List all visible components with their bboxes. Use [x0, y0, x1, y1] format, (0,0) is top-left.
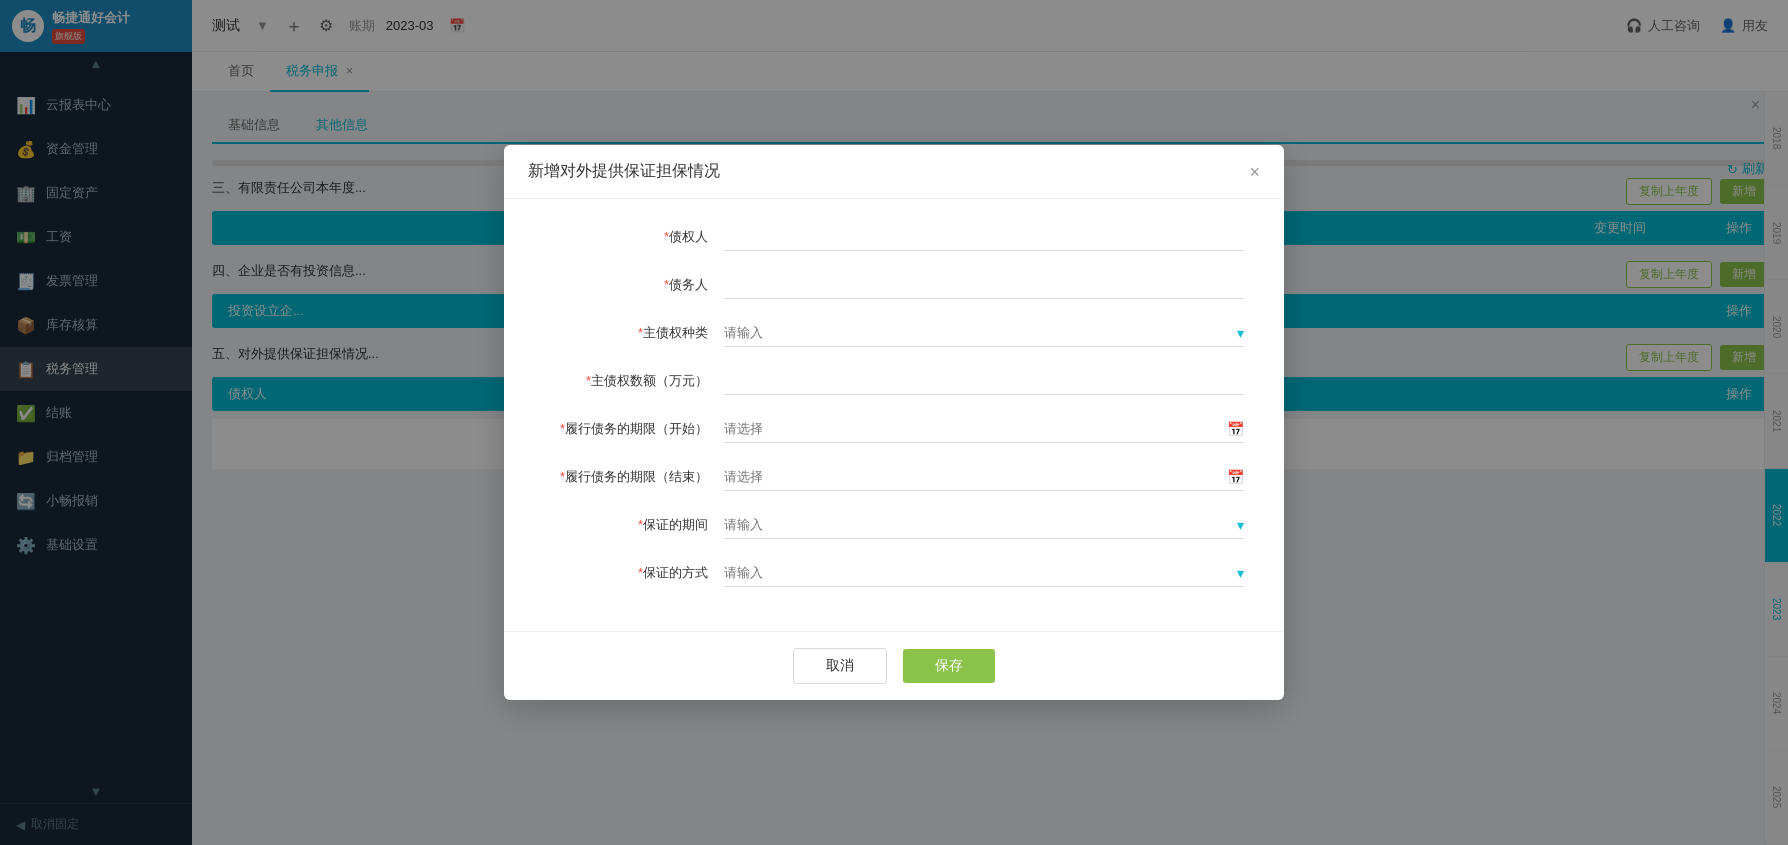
guarantee-period-input[interactable]: [724, 511, 1237, 538]
modal-title: 新增对外提供保证担保情况: [528, 161, 720, 182]
debtor-input[interactable]: [724, 271, 1244, 299]
cancel-button[interactable]: 取消: [793, 648, 887, 684]
claim-type-label: *主债权种类: [544, 324, 724, 342]
form-row-guarantee-method: *保证的方式 ▾: [544, 559, 1244, 587]
claim-type-arrow-icon[interactable]: ▾: [1237, 325, 1244, 341]
claim-amount-label: *主债权数额（万元）: [544, 372, 724, 390]
guarantee-method-input[interactable]: [724, 559, 1237, 586]
claim-amount-input[interactable]: [724, 367, 1244, 395]
guarantee-method-label: *保证的方式: [544, 564, 724, 582]
claim-type-wrapper: ▾: [724, 319, 1244, 347]
modal-close-button[interactable]: ×: [1249, 163, 1260, 181]
creditor-input[interactable]: [724, 223, 1244, 251]
modal-overlay[interactable]: 新增对外提供保证担保情况 × *债权人 *债务人 *主债权种类: [0, 0, 1788, 845]
modal-body: *债权人 *债务人 *主债权种类 ▾: [504, 199, 1284, 631]
period-end-label: *履行债务的期限（结束）: [544, 468, 724, 486]
guarantee-period-wrapper: ▾: [724, 511, 1244, 539]
modal-footer: 取消 保存: [504, 631, 1284, 700]
period-start-label: *履行债务的期限（开始）: [544, 420, 724, 438]
period-start-calendar-icon[interactable]: 📅: [1227, 421, 1244, 437]
guarantee-method-arrow-icon[interactable]: ▾: [1237, 565, 1244, 581]
period-end-input[interactable]: [724, 463, 1227, 490]
period-end-calendar-icon[interactable]: 📅: [1227, 469, 1244, 485]
guarantee-method-wrapper: ▾: [724, 559, 1244, 587]
period-start-wrapper: 📅: [724, 415, 1244, 443]
period-start-input[interactable]: [724, 415, 1227, 442]
period-end-wrapper: 📅: [724, 463, 1244, 491]
modal-header: 新增对外提供保证担保情况 ×: [504, 145, 1284, 199]
form-row-guarantee-period: *保证的期间 ▾: [544, 511, 1244, 539]
save-button[interactable]: 保存: [903, 649, 995, 683]
creditor-label: *债权人: [544, 228, 724, 246]
form-row-debtor: *债务人: [544, 271, 1244, 299]
form-row-period-end: *履行债务的期限（结束） 📅: [544, 463, 1244, 491]
debtor-label: *债务人: [544, 276, 724, 294]
guarantee-period-arrow-icon[interactable]: ▾: [1237, 517, 1244, 533]
form-row-claim-type: *主债权种类 ▾: [544, 319, 1244, 347]
form-row-creditor: *债权人: [544, 223, 1244, 251]
modal: 新增对外提供保证担保情况 × *债权人 *债务人 *主债权种类: [504, 145, 1284, 700]
form-row-period-start: *履行债务的期限（开始） 📅: [544, 415, 1244, 443]
claim-type-input[interactable]: [724, 319, 1237, 346]
form-row-claim-amount: *主债权数额（万元）: [544, 367, 1244, 395]
guarantee-period-label: *保证的期间: [544, 516, 724, 534]
